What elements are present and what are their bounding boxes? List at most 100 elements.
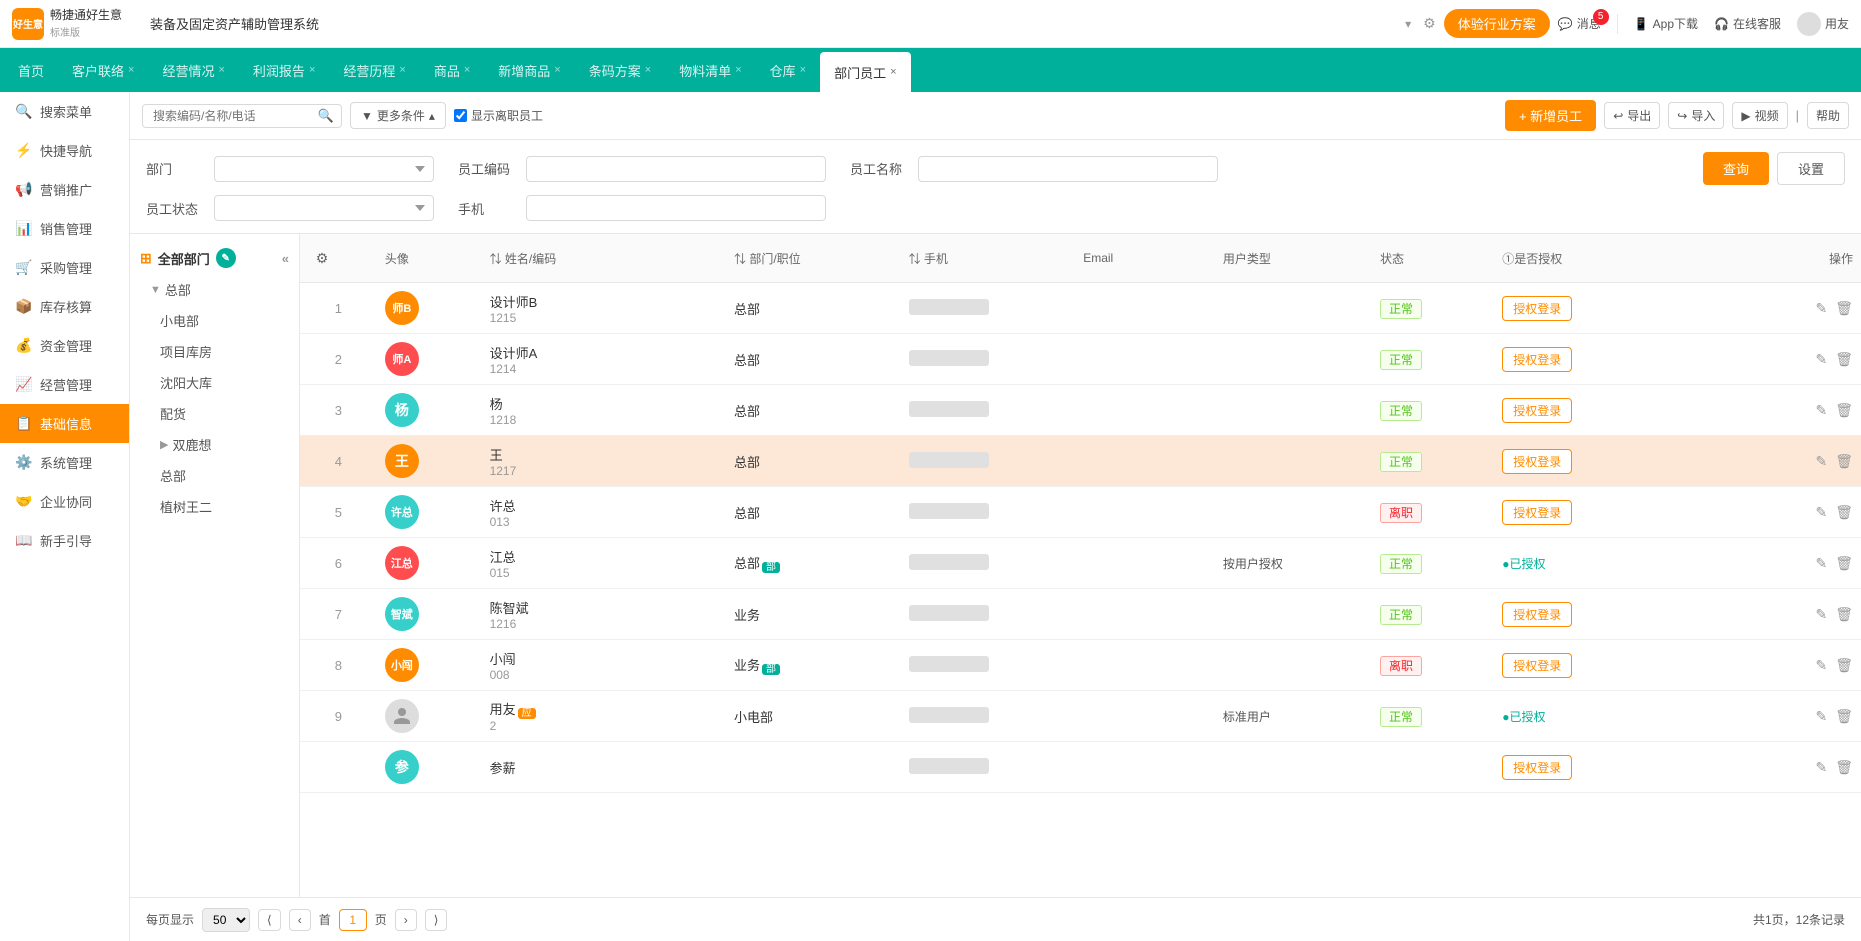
tab-dept-staff[interactable]: 部门员工×	[820, 52, 910, 92]
auth-login-btn[interactable]: 授权登录	[1502, 755, 1572, 780]
dept-item-zhishu[interactable]: 植树王二	[130, 491, 299, 522]
delete-icon[interactable]: 🗑	[1835, 657, 1853, 674]
emp-status-select[interactable]	[214, 195, 434, 221]
auth-login-btn[interactable]: 授权登录	[1502, 449, 1572, 474]
tab-home[interactable]: 首页	[4, 48, 58, 92]
close-icon[interactable]: ×	[645, 64, 651, 76]
dept-select[interactable]	[214, 156, 434, 182]
tab-add-goods[interactable]: 新增商品×	[484, 48, 574, 92]
delete-icon[interactable]: 🗑	[1835, 708, 1853, 725]
try-btn[interactable]: 体验行业方案	[1444, 9, 1550, 38]
edit-icon[interactable]: ✎	[1815, 708, 1827, 725]
tab-bom[interactable]: 物料清单×	[665, 48, 755, 92]
row-auth[interactable]: 授权登录	[1494, 487, 1721, 538]
auth-login-btn[interactable]: 授权登录	[1502, 602, 1572, 627]
edit-icon[interactable]: ✎	[1815, 453, 1827, 470]
tab-goods[interactable]: 商品×	[420, 48, 484, 92]
close-icon[interactable]: ×	[890, 66, 896, 78]
collapse-btn[interactable]: «	[282, 251, 289, 266]
row-auth[interactable]: 授权登录	[1494, 589, 1721, 640]
app-download-btn[interactable]: 📱 App下载	[1634, 15, 1698, 32]
sidebar-item-management[interactable]: 📈 经营管理	[0, 365, 129, 404]
row-auth[interactable]: 授权登录	[1494, 385, 1721, 436]
delete-icon[interactable]: 🗑	[1835, 759, 1853, 776]
phone-input[interactable]	[526, 195, 826, 221]
dept-item-xiaodian[interactable]: 小电部	[130, 305, 299, 336]
tab-profit[interactable]: 利润报告×	[239, 48, 329, 92]
edit-icon[interactable]: ✎	[1815, 759, 1827, 776]
close-icon[interactable]: ×	[128, 64, 134, 76]
tab-history[interactable]: 经营历程×	[329, 48, 419, 92]
first-page-btn[interactable]: ⟨	[258, 909, 281, 931]
sidebar-item-sales[interactable]: 📊 销售管理	[0, 209, 129, 248]
message-btn[interactable]: 💬 消息 5	[1558, 15, 1601, 32]
emp-code-input[interactable]	[526, 156, 826, 182]
search-input[interactable]	[142, 104, 342, 128]
dept-item-project[interactable]: 项目库房	[130, 336, 299, 367]
delete-icon[interactable]: 🗑	[1835, 453, 1853, 470]
auth-login-btn[interactable]: 授权登录	[1502, 653, 1572, 678]
auth-login-btn[interactable]: 授权登录	[1502, 500, 1572, 525]
sidebar-item-collab[interactable]: 🤝 企业协同	[0, 482, 129, 521]
close-icon[interactable]: ×	[800, 64, 806, 76]
dept-item-shuanglu[interactable]: ▶ 双鹿想	[130, 429, 299, 460]
close-icon[interactable]: ×	[218, 64, 224, 76]
delete-icon[interactable]: 🗑	[1835, 606, 1853, 623]
edit-icon[interactable]: ✎	[1815, 555, 1827, 572]
help-btn[interactable]: 帮助	[1807, 102, 1849, 129]
sidebar-item-purchase[interactable]: 🛒 采购管理	[0, 248, 129, 287]
emp-name-input[interactable]	[918, 156, 1218, 182]
edit-icon[interactable]: ✎	[1815, 300, 1827, 317]
dept-item-zongbu[interactable]: ▼ 总部	[130, 274, 299, 305]
delete-icon[interactable]: 🗑	[1835, 300, 1853, 317]
sidebar-item-system[interactable]: ⚙️ 系统管理	[0, 443, 129, 482]
row-auth[interactable]: 授权登录	[1494, 640, 1721, 691]
auth-login-btn[interactable]: 授权登录	[1502, 296, 1572, 321]
delete-icon[interactable]: 🗑	[1835, 402, 1853, 419]
tab-warehouse[interactable]: 仓库×	[756, 48, 820, 92]
delete-icon[interactable]: 🗑	[1835, 351, 1853, 368]
auth-login-btn[interactable]: 授权登录	[1502, 398, 1572, 423]
sidebar-item-guide[interactable]: 📖 新手引导	[0, 521, 129, 560]
edit-icon[interactable]: ✎	[1815, 351, 1827, 368]
prev-page-btn[interactable]: ‹	[289, 909, 311, 931]
close-icon[interactable]: ×	[309, 64, 315, 76]
dept-item-zongbu2[interactable]: 总部	[130, 460, 299, 491]
sidebar-item-inventory[interactable]: 📦 库存核算	[0, 287, 129, 326]
view-btn[interactable]: ▶ 视频	[1732, 102, 1787, 129]
close-icon[interactable]: ×	[464, 64, 470, 76]
tab-customer[interactable]: 客户联络×	[58, 48, 148, 92]
sidebar-item-search[interactable]: 🔍 搜索菜单	[0, 92, 129, 131]
gear-settings-icon[interactable]: ⚙	[308, 244, 336, 272]
dept-item-peihuo[interactable]: 配货	[130, 398, 299, 429]
close-icon[interactable]: ×	[735, 64, 741, 76]
dept-item-shenyang[interactable]: 沈阳大库	[130, 367, 299, 398]
settings-icon[interactable]: ⚙	[1423, 15, 1436, 32]
sidebar-item-marketing[interactable]: 📢 营销推广	[0, 170, 129, 209]
edit-icon[interactable]: ✎	[1815, 657, 1827, 674]
close-icon[interactable]: ×	[554, 64, 560, 76]
col-dept[interactable]: ⇅ 部门/职位	[726, 234, 901, 283]
export-btn[interactable]: ↩ 导出	[1604, 102, 1660, 129]
tab-operation[interactable]: 经营情况×	[148, 48, 238, 92]
next-page-btn[interactable]: ›	[395, 909, 417, 931]
delete-icon[interactable]: 🗑	[1835, 504, 1853, 521]
sidebar-item-base[interactable]: 📋 基础信息	[0, 404, 129, 443]
col-name[interactable]: ⇅ 姓名/编码	[482, 234, 726, 283]
page-size-select[interactable]: 50	[202, 908, 250, 932]
close-icon[interactable]: ×	[399, 64, 405, 76]
row-auth[interactable]: 授权登录	[1494, 283, 1721, 334]
user-avatar-btn[interactable]: 用友	[1797, 12, 1849, 36]
delete-icon[interactable]: 🗑	[1835, 555, 1853, 572]
import-btn[interactable]: ↪ 导入	[1668, 102, 1724, 129]
add-employee-btn[interactable]: + 新增员工	[1505, 100, 1596, 131]
system-title-dropdown[interactable]: ▾	[1405, 17, 1411, 31]
reset-btn[interactable]: 设置	[1777, 152, 1845, 185]
show-resigned-checkbox[interactable]: 显示离职员工	[454, 107, 543, 124]
dept-edit-btn[interactable]: ✎	[216, 248, 236, 268]
sidebar-item-nav[interactable]: ⚡ 快捷导航	[0, 131, 129, 170]
online-service-btn[interactable]: 🎧 在线客服	[1714, 15, 1781, 32]
edit-icon[interactable]: ✎	[1815, 606, 1827, 623]
auth-login-btn[interactable]: 授权登录	[1502, 347, 1572, 372]
last-page-btn[interactable]: ⟩	[425, 909, 448, 931]
